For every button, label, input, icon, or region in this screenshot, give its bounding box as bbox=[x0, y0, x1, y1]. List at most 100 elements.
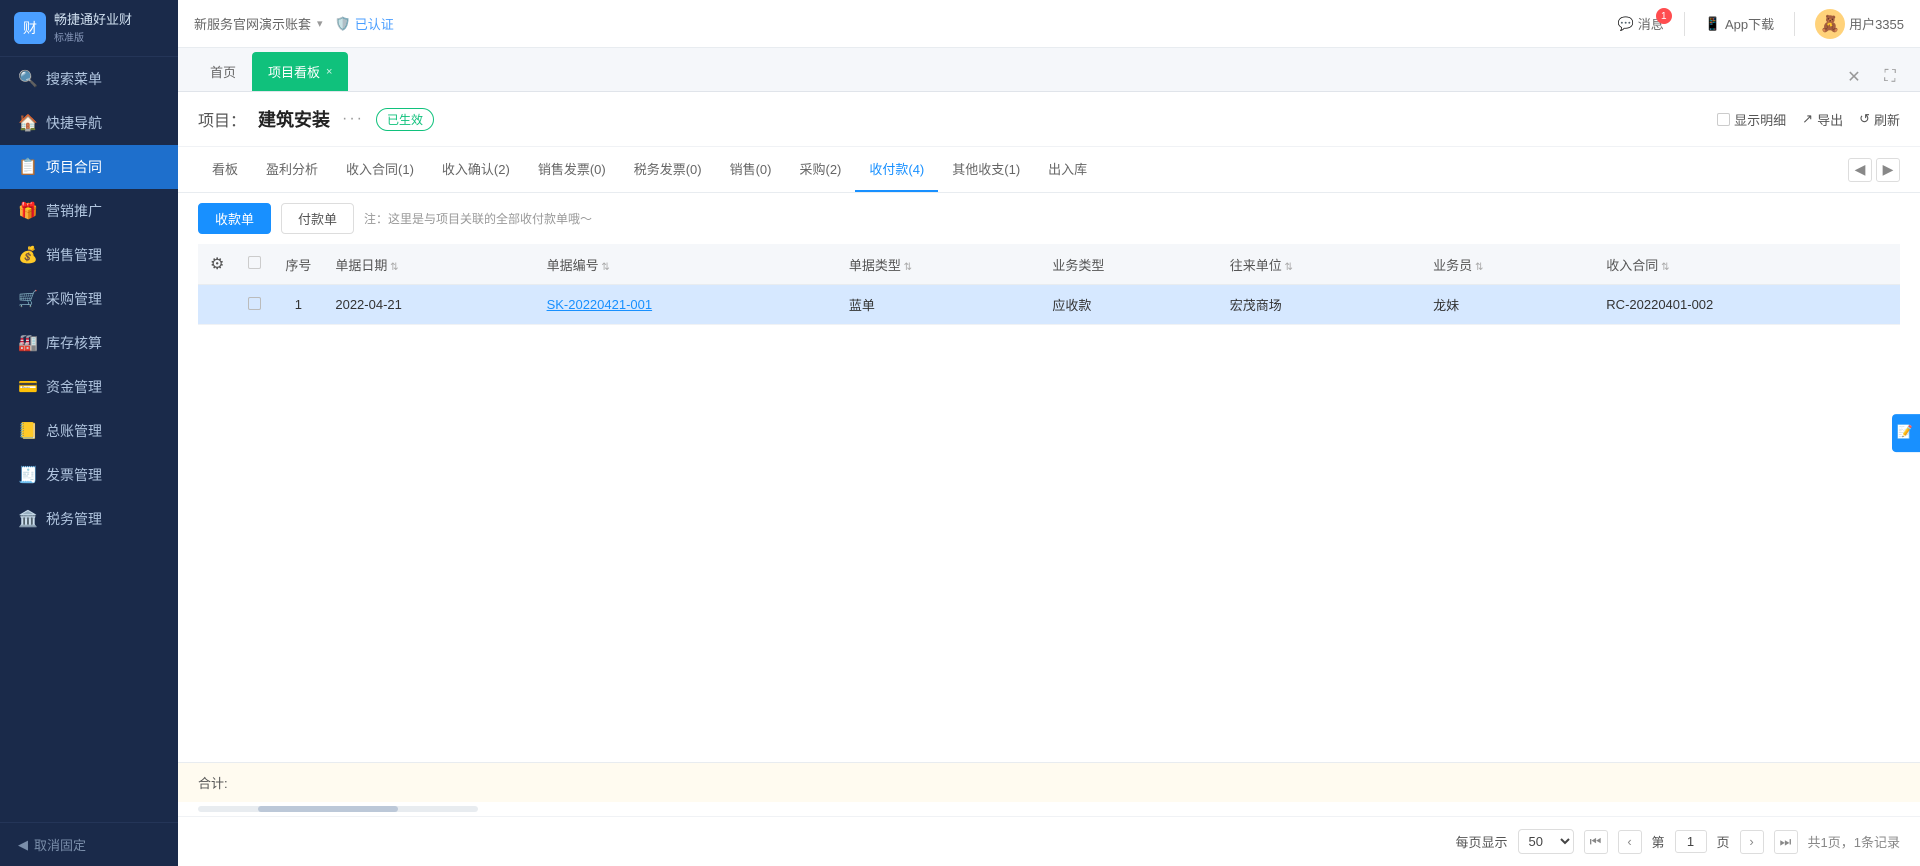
window-close-button[interactable]: ✕ bbox=[1840, 63, 1868, 91]
page-last-button[interactable]: ⏭ bbox=[1774, 830, 1798, 854]
purchase-icon: 🛒 bbox=[18, 289, 36, 309]
sidebar-item-invoice-mgmt[interactable]: 🧾 发票管理 bbox=[0, 453, 178, 497]
sub-tab-nav: ◀ ▶ bbox=[1848, 158, 1900, 182]
message-icon: 💬 bbox=[1618, 16, 1634, 32]
topbar-divider-1 bbox=[1684, 12, 1685, 36]
sub-tab-sales-invoice[interactable]: 销售发票(0) bbox=[524, 147, 620, 192]
user-label: 用户3355 bbox=[1849, 14, 1904, 33]
scrollbar-thumb[interactable] bbox=[258, 806, 398, 812]
th-check bbox=[236, 244, 273, 285]
message-badge: 1 bbox=[1656, 8, 1672, 24]
certified-icon: 🛡️ bbox=[335, 16, 351, 32]
sub-tab-tax-invoice[interactable]: 税务发票(0) bbox=[620, 147, 716, 192]
row-settings-cell bbox=[198, 285, 236, 325]
inventory-icon: 🏭 bbox=[18, 333, 36, 353]
sub-tab-next-button[interactable]: ▶ bbox=[1876, 158, 1900, 182]
sidebar-item-search[interactable]: 🔍 搜索菜单 bbox=[0, 57, 178, 101]
sidebar-item-label: 采购管理 bbox=[46, 289, 102, 309]
page-next-button[interactable]: › bbox=[1740, 830, 1764, 854]
sub-tab-receipt[interactable]: 收付款(4) bbox=[855, 147, 938, 192]
export-label: 导出 bbox=[1817, 110, 1843, 129]
th-date[interactable]: 单据日期 bbox=[323, 244, 534, 285]
page-label: 第 bbox=[1652, 832, 1665, 851]
sidebar-item-label: 快捷导航 bbox=[46, 113, 102, 133]
sub-tab-income-contract[interactable]: 收入合同(1) bbox=[332, 147, 428, 192]
th-income-contract[interactable]: 收入合同 bbox=[1594, 244, 1900, 285]
sidebar-unpin[interactable]: ◀ 取消固定 bbox=[0, 822, 178, 866]
ledger-icon: 📒 bbox=[18, 421, 36, 441]
row-checkbox[interactable] bbox=[248, 297, 261, 310]
sub-tab-other-income[interactable]: 其他收支(1) bbox=[938, 147, 1034, 192]
toggle-area: 收款单 付款单 注：这里是与项目关联的全部收付款单哦～ bbox=[178, 193, 1920, 244]
show-detail-checkbox[interactable] bbox=[1717, 113, 1730, 126]
app-info: 畅捷通好业财 标准版 bbox=[54, 12, 132, 44]
horizontal-scrollbar[interactable] bbox=[198, 806, 478, 812]
payment-toggle-button[interactable]: 付款单 bbox=[281, 203, 354, 234]
sidebar-item-sales-mgmt[interactable]: 💰 销售管理 bbox=[0, 233, 178, 277]
sidebar-item-inventory[interactable]: 🏭 库存核算 bbox=[0, 321, 178, 365]
tab-actions: ✕ ⛶ bbox=[1840, 63, 1904, 91]
app-edition: 标准版 bbox=[54, 29, 132, 44]
sub-tab-in-out[interactable]: 出入库 bbox=[1034, 147, 1101, 192]
th-salesperson[interactable]: 业务员 bbox=[1421, 244, 1594, 285]
sidebar-item-purchase-mgmt[interactable]: 🛒 采购管理 bbox=[0, 277, 178, 321]
tab-home[interactable]: 首页 bbox=[194, 52, 252, 91]
sidebar-item-funds-mgmt[interactable]: 💳 资金管理 bbox=[0, 365, 178, 409]
project-selector[interactable]: 新服务官网演示账套 ▾ bbox=[194, 14, 323, 33]
phone-icon: 📱 bbox=[1705, 16, 1721, 32]
sidebar-item-ledger-mgmt[interactable]: 📒 总账管理 bbox=[0, 409, 178, 453]
gift-icon: 🎁 bbox=[18, 201, 36, 221]
app-download-button[interactable]: 📱 App下载 bbox=[1705, 14, 1774, 33]
sub-tab-income-confirm[interactable]: 收入确认(2) bbox=[428, 147, 524, 192]
sub-tab-purchase[interactable]: 采购(2) bbox=[785, 147, 855, 192]
sidebar-item-label: 搜索菜单 bbox=[46, 69, 102, 89]
sidebar-item-project-contract[interactable]: 📋 项目合同 bbox=[0, 145, 178, 189]
sidebar-item-tax-mgmt[interactable]: 🏛️ 税务管理 bbox=[0, 497, 178, 541]
row-code-link[interactable]: SK-20220421-001 bbox=[547, 297, 653, 312]
tab-close-button[interactable]: × bbox=[326, 66, 332, 78]
page-input[interactable] bbox=[1675, 830, 1707, 853]
sidebar-item-quick-nav[interactable]: 🏠 快捷导航 bbox=[0, 101, 178, 145]
page-first-button[interactable]: ⏮ bbox=[1584, 830, 1608, 854]
user-avatar: 🧸 bbox=[1815, 9, 1845, 39]
page-unit: 页 bbox=[1717, 832, 1730, 851]
user-menu[interactable]: 🧸 用户3355 bbox=[1815, 9, 1904, 39]
window-expand-button[interactable]: ⛶ bbox=[1876, 63, 1904, 91]
tabbar: 首页 项目看板 × ✕ ⛶ bbox=[178, 48, 1920, 92]
sub-tab-sales[interactable]: 销售(0) bbox=[716, 147, 786, 192]
message-button[interactable]: 💬 消息 1 bbox=[1618, 14, 1664, 33]
sidebar-item-marketing[interactable]: 🎁 营销推广 bbox=[0, 189, 178, 233]
row-biz-type-cell: 应收款 bbox=[1040, 285, 1217, 325]
show-detail-toggle[interactable]: 显示明细 bbox=[1717, 110, 1786, 129]
tab-project-kanban[interactable]: 项目看板 × bbox=[252, 52, 348, 91]
export-icon: ↗ bbox=[1802, 111, 1813, 127]
home-icon: 🏠 bbox=[18, 113, 36, 133]
sub-tab-kanban[interactable]: 看板 bbox=[198, 147, 252, 192]
receipt-toggle-button[interactable]: 收款单 bbox=[198, 203, 271, 234]
funds-icon: 💳 bbox=[18, 377, 36, 397]
select-all-checkbox[interactable] bbox=[248, 256, 261, 269]
project-more-button[interactable]: ··· bbox=[342, 110, 364, 128]
export-button[interactable]: ↗ 导出 bbox=[1802, 110, 1843, 129]
th-doc-type[interactable]: 单据类型 bbox=[837, 244, 1040, 285]
refresh-button[interactable]: ↺ 刷新 bbox=[1859, 110, 1900, 129]
project-header-right: 显示明细 ↗ 导出 ↺ 刷新 bbox=[1717, 110, 1900, 129]
sub-tab-profit[interactable]: 盈利分析 bbox=[252, 147, 332, 192]
refresh-icon: ↺ bbox=[1859, 111, 1870, 127]
page-prev-button[interactable]: ‹ bbox=[1618, 830, 1642, 854]
sidebar-item-label: 库存核算 bbox=[46, 333, 102, 353]
column-settings-icon[interactable]: ⚙ bbox=[210, 256, 224, 273]
quick-note-button[interactable]: 📝 bbox=[1892, 414, 1920, 452]
sub-tab-prev-button[interactable]: ◀ bbox=[1848, 158, 1872, 182]
table-wrap: ⚙ 序号 单据日期 单据编号 单据类型 业务类型 往来单位 业务员 bbox=[178, 244, 1920, 762]
data-table: ⚙ 序号 单据日期 单据编号 单据类型 业务类型 往来单位 业务员 bbox=[198, 244, 1900, 325]
app-download-label: App下载 bbox=[1725, 14, 1774, 33]
certified-label: 已认证 bbox=[355, 14, 394, 33]
th-partner[interactable]: 往来单位 bbox=[1218, 244, 1421, 285]
tax-icon: 🏛️ bbox=[18, 509, 36, 529]
row-partner-cell: 宏茂商场 bbox=[1218, 285, 1421, 325]
sidebar-header: 财 畅捷通好业财 标准版 bbox=[0, 0, 178, 57]
page-size-select[interactable]: 50 100 200 bbox=[1518, 829, 1574, 854]
th-code[interactable]: 单据编号 bbox=[535, 244, 837, 285]
project-header: 项目： 建筑安装 ··· 已生效 显示明细 ↗ 导出 ↺ 刷新 bbox=[178, 92, 1920, 147]
